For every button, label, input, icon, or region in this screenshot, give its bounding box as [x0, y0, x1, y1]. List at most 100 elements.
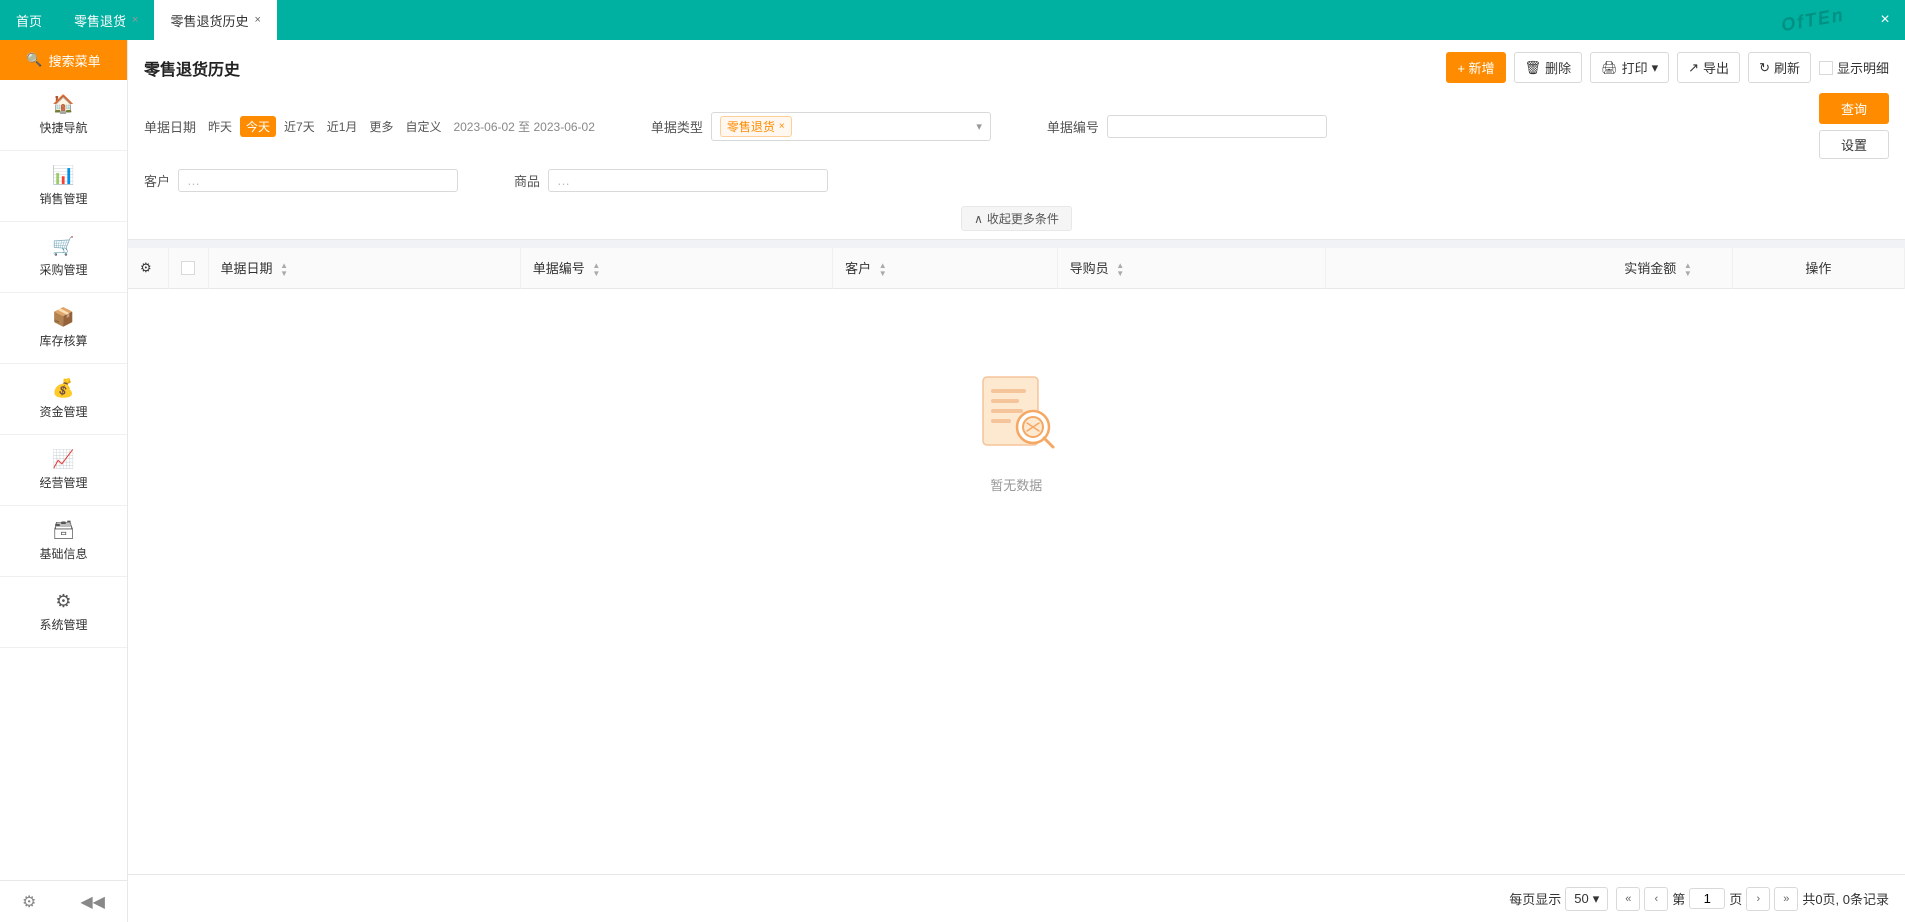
search-icon: 🔍	[26, 52, 42, 68]
doc-type-tag: 零售退货 ×	[720, 116, 792, 137]
doc-number-input[interactable]	[1107, 115, 1327, 138]
sidebar-item-基础信息[interactable]: 🗃基础信息	[0, 506, 127, 577]
collapse-button[interactable]: ∧ 收起更多条件	[961, 206, 1072, 231]
first-page-button[interactable]: «	[1616, 887, 1640, 911]
customer-filter: 客户 …	[144, 169, 458, 192]
sidebar-item-资金管理[interactable]: 💰资金管理	[0, 364, 127, 435]
date-range-display[interactable]: 2023-06-02 至 2023-06-02	[453, 118, 594, 135]
date-filter-label: 单据日期	[144, 117, 196, 136]
customer-select[interactable]: …	[178, 169, 458, 192]
sidebar-item-销售管理[interactable]: 📊销售管理	[0, 151, 127, 222]
collapse-icon: ∧	[974, 212, 983, 226]
table-header-row: ⚙ 单据日期 ▲▼ 单据编号 ▲▼ 客户	[128, 248, 1905, 288]
tab-bar: 首页零售退货×零售退货历史×	[0, 0, 1865, 40]
doc-type-dropdown-arrow: ▾	[976, 120, 982, 133]
th-date[interactable]: 单据日期 ▲▼	[208, 248, 520, 288]
sidebar-search-button[interactable]: 🔍 搜索菜单	[0, 40, 127, 80]
goods-select[interactable]: …	[548, 169, 828, 192]
sidebar: 🔍 搜索菜单 🏠快捷导航📊销售管理🛒采购管理📦库存核算💰资金管理📈经营管理🗃基础…	[0, 40, 128, 922]
current-page-input[interactable]	[1689, 888, 1725, 909]
collapse-row: ∧ 收起更多条件	[144, 202, 1889, 239]
sort-date-icon: ▲▼	[280, 262, 288, 278]
tab-首页[interactable]: 首页	[0, 0, 58, 40]
sidebar-item-库存核算[interactable]: 📦库存核算	[0, 293, 127, 364]
per-page-dropdown-arrow: ▾	[1593, 891, 1600, 907]
date-shortcut-1month[interactable]: 近1月	[323, 116, 362, 137]
data-table: ⚙ 单据日期 ▲▼ 单据编号 ▲▼ 客户	[128, 248, 1905, 574]
tab-零售退货历史[interactable]: 零售退货历史×	[154, 0, 276, 40]
page-unit-label: 页	[1729, 889, 1742, 908]
top-bar: 首页零售退货×零售退货历史× ×	[0, 0, 1905, 40]
refresh-icon: ↻	[1759, 60, 1770, 76]
table-body: 暂无数据	[128, 288, 1905, 574]
total-label: 共0页, 0条记录	[1802, 889, 1889, 908]
audio-icon[interactable]: ◀◀	[80, 892, 105, 912]
filter-row-1: 单据日期 昨天 今天 近7天 近1月 更多 自定义 2023-06-02 至 2…	[144, 93, 1889, 159]
show-detail-toggle[interactable]: 显示明细	[1819, 58, 1889, 77]
settings-icon[interactable]: ⚙	[22, 892, 36, 912]
filter-row-2: 客户 … 商品 …	[144, 169, 1889, 192]
add-button[interactable]: + 新增	[1446, 52, 1505, 83]
last-page-button[interactable]: »	[1774, 887, 1798, 911]
tab-close-icon[interactable]: ×	[254, 14, 260, 26]
doc-number-label: 单据编号	[1047, 117, 1099, 136]
per-page-select[interactable]: 50 ▾	[1565, 887, 1608, 911]
delete-button[interactable]: 🗑 删除	[1514, 52, 1583, 83]
page-nav: « ‹ 第 页 › » 共0页, 0条记录	[1616, 887, 1889, 911]
sort-guide-icon: ▲▼	[1116, 262, 1124, 278]
date-shortcut-custom[interactable]: 自定义	[401, 116, 445, 137]
nav-icon: ⚙	[55, 591, 71, 612]
goods-placeholder: …	[557, 173, 570, 188]
tab-零售退货[interactable]: 零售退货×	[58, 0, 154, 40]
delete-icon: 🗑	[1525, 60, 1542, 76]
table-header: ⚙ 单据日期 ▲▼ 单据编号 ▲▼ 客户	[128, 248, 1905, 288]
window-close-button[interactable]: ×	[1865, 0, 1905, 40]
export-icon: ↗	[1688, 60, 1699, 76]
sidebar-item-采购管理[interactable]: 🛒采购管理	[0, 222, 127, 293]
th-amount[interactable]: 实销金额 ▲▼	[1326, 248, 1733, 288]
doc-type-label: 单据类型	[651, 117, 703, 136]
th-settings[interactable]: ⚙	[128, 248, 168, 288]
tab-close-icon[interactable]: ×	[132, 14, 138, 26]
th-customer[interactable]: 客户 ▲▼	[833, 248, 1058, 288]
filter-settings-button[interactable]: 设置	[1819, 130, 1889, 159]
th-guide[interactable]: 导购员 ▲▼	[1057, 248, 1325, 288]
date-filter: 单据日期 昨天 今天 近7天 近1月 更多 自定义 2023-06-02 至 2…	[144, 116, 595, 137]
nav-icon: 💰	[52, 378, 74, 399]
show-detail-checkbox[interactable]	[1819, 61, 1833, 75]
export-button[interactable]: ↗ 导出	[1677, 52, 1740, 83]
prev-page-button[interactable]: ‹	[1644, 887, 1668, 911]
query-button[interactable]: 查询	[1819, 93, 1889, 124]
nav-icon: 🏠	[52, 94, 74, 115]
date-shortcut-7days[interactable]: 近7天	[280, 116, 319, 137]
pagination-bar: 每页显示 50 ▾ « ‹ 第 页 › » 共0页, 0条记录	[128, 874, 1905, 922]
sidebar-nav: 🏠快捷导航📊销售管理🛒采购管理📦库存核算💰资金管理📈经营管理🗃基础信息⚙系统管理	[0, 80, 127, 880]
th-checkbox[interactable]	[168, 248, 208, 288]
refresh-button[interactable]: ↻ 刷新	[1748, 52, 1811, 83]
doc-type-tag-close[interactable]: ×	[779, 121, 785, 132]
main-layout: 🔍 搜索菜单 🏠快捷导航📊销售管理🛒采购管理📦库存核算💰资金管理📈经营管理🗃基础…	[0, 40, 1905, 922]
customer-label: 客户	[144, 171, 170, 190]
sidebar-search-label: 搜索菜单	[49, 51, 101, 70]
date-shortcut-yesterday[interactable]: 昨天	[204, 116, 236, 137]
date-shortcut-today[interactable]: 今天	[240, 116, 276, 137]
page-title-row: 零售退货历史 + 新增 🗑 删除 🖨 打印 ▾ ↗ 导出	[144, 52, 1889, 83]
date-shortcut-group: 昨天 今天 近7天 近1月 更多 自定义	[204, 116, 445, 137]
page-header: 零售退货历史 + 新增 🗑 删除 🖨 打印 ▾ ↗ 导出	[128, 40, 1905, 240]
nav-icon: 📊	[52, 165, 74, 186]
date-shortcut-more[interactable]: 更多	[365, 116, 397, 137]
sidebar-item-经营管理[interactable]: 📈经营管理	[0, 435, 127, 506]
th-number[interactable]: 单据编号 ▲▼	[520, 248, 832, 288]
empty-state: 暂无数据	[128, 289, 1905, 574]
empty-icon	[971, 369, 1061, 459]
sidebar-bottom: ⚙ ◀◀	[0, 880, 127, 922]
empty-state-row: 暂无数据	[128, 288, 1905, 574]
page-size-selector: 每页显示 50 ▾	[1509, 887, 1608, 911]
print-button[interactable]: 🖨 打印 ▾	[1590, 52, 1669, 83]
next-page-button[interactable]: ›	[1746, 887, 1770, 911]
sort-number-icon: ▲▼	[592, 262, 600, 278]
sidebar-item-快捷导航[interactable]: 🏠快捷导航	[0, 80, 127, 151]
doc-type-select[interactable]: 零售退货 × ▾	[711, 112, 991, 141]
sidebar-item-系统管理[interactable]: ⚙系统管理	[0, 577, 127, 648]
toolbar: + 新增 🗑 删除 🖨 打印 ▾ ↗ 导出 ↻	[1446, 52, 1889, 83]
